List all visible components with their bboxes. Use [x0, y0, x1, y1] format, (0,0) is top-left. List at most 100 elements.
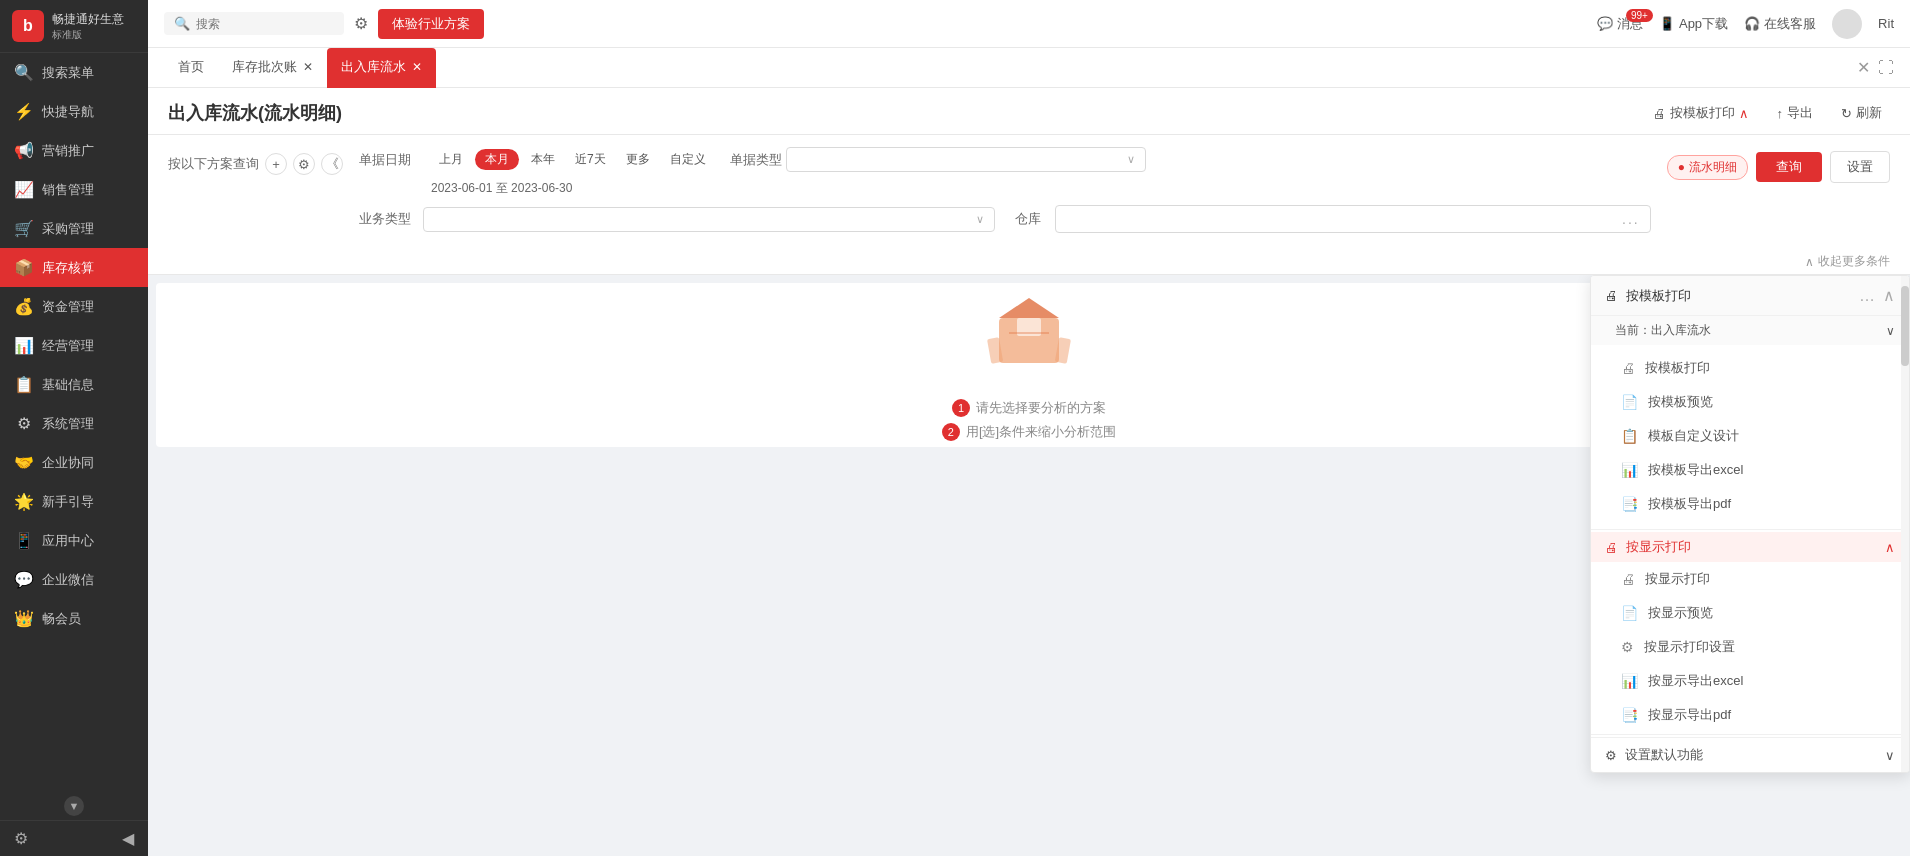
- active-filter-tag[interactable]: ● 流水明细: [1667, 155, 1748, 180]
- tip2-num: 2: [942, 423, 960, 441]
- doc-type-select[interactable]: ∨: [786, 147, 1146, 172]
- query-settings-btn[interactable]: 设置: [1830, 151, 1890, 183]
- filter-add-btn[interactable]: +: [265, 153, 287, 175]
- query-btn[interactable]: 查询: [1756, 152, 1822, 182]
- tab-batch-account[interactable]: 库存批次账 ✕: [218, 48, 327, 88]
- sidebar-item-purchase[interactable]: 🛒 采购管理: [0, 209, 148, 248]
- filter-settings-btn[interactable]: ⚙: [293, 153, 315, 175]
- trial-btn[interactable]: 体验行业方案: [378, 9, 484, 39]
- filter-collapse-btn[interactable]: 《: [321, 153, 343, 175]
- dropdown-dots-icon[interactable]: …: [1859, 287, 1875, 305]
- refresh-btn[interactable]: ↻ 刷新: [1833, 100, 1890, 126]
- sidebar-item-finance[interactable]: 💰 资金管理: [0, 287, 148, 326]
- page-header: 出入库流水(流水明细) 🖨 按模板打印 ∧ ↑ 导出 ↻ 刷新: [148, 88, 1910, 135]
- dropdown-display-section: 🖨 按显示打印 ∧ 🖨 按显示打印 📄 按显示预览 ⚙: [1591, 532, 1909, 732]
- sidebar-item-vip[interactable]: 👑 畅会员: [0, 599, 148, 638]
- date-tab-current-year[interactable]: 本年: [523, 149, 563, 170]
- basic-info-icon: 📋: [14, 375, 34, 394]
- user-name: Rit: [1878, 16, 1894, 31]
- print-btn[interactable]: 🖨 按模板打印 ∧: [1645, 100, 1757, 126]
- date-label: 单据日期: [359, 151, 415, 169]
- sidebar: b 畅捷通好生意 标准版 🔍 搜索菜单 ⚡ 快捷导航 📢 营销推广 📈 销售管理…: [0, 0, 148, 856]
- dropdown-item-display-print[interactable]: 🖨 按显示打印: [1591, 562, 1909, 596]
- dropdown-header: 🖨 按模板打印 … ∧: [1591, 276, 1909, 316]
- dropdown-item-template-excel[interactable]: 📊 按模板导出excel: [1591, 453, 1909, 487]
- dropdown-item-template-custom[interactable]: 📋 模板自定义设计: [1591, 419, 1909, 453]
- topbar-search-input[interactable]: [196, 17, 316, 31]
- dropdown-collapse-icon[interactable]: ∧: [1883, 286, 1895, 305]
- dropdown-item-display-preview[interactable]: 📄 按显示预览: [1591, 596, 1909, 630]
- display-section-header[interactable]: 🖨 按显示打印 ∧: [1591, 532, 1909, 562]
- chevron-up-icon: ∧: [1739, 106, 1749, 121]
- tab-expand-btn[interactable]: ⛶: [1878, 59, 1894, 77]
- dropdown-item-template-print[interactable]: 🖨 按模板打印: [1591, 351, 1909, 385]
- collapse-btn[interactable]: ∧ 收起更多条件: [168, 245, 1890, 270]
- dropdown-printer-icon: 🖨: [1605, 288, 1618, 303]
- display-print-icon: 🖨: [1621, 571, 1635, 587]
- sidebar-item-wechat[interactable]: 💬 企业微信: [0, 560, 148, 599]
- sidebar-item-basic-info[interactable]: 📋 基础信息: [0, 365, 148, 404]
- sidebar-item-system[interactable]: ⚙ 系统管理: [0, 404, 148, 443]
- date-tab-more[interactable]: 更多: [618, 149, 658, 170]
- app-download-btn[interactable]: 📱 App下载: [1659, 15, 1728, 33]
- biz-type-select[interactable]: ∨: [423, 207, 995, 232]
- date-tab-last-month[interactable]: 上月: [431, 149, 471, 170]
- search-nav-icon: 🔍: [14, 63, 34, 82]
- scroll-down-btn[interactable]: ▼: [0, 792, 148, 820]
- date-tab-custom[interactable]: 自定义: [662, 149, 714, 170]
- apps-icon: 📱: [14, 531, 34, 550]
- display-preview-icon: 📄: [1621, 605, 1638, 621]
- dropdown-item-display-pdf[interactable]: 📑 按显示导出pdf: [1591, 698, 1909, 732]
- date-tab-current-month[interactable]: 本月: [475, 149, 519, 170]
- dropdown-current-label[interactable]: 当前：出入库流水 ∨: [1591, 316, 1909, 345]
- sidebar-item-inventory[interactable]: 📦 库存核算: [0, 248, 148, 287]
- display-print-header-icon: 🖨: [1605, 540, 1618, 555]
- sales-icon: 📈: [14, 180, 34, 199]
- sidebar-settings-icon[interactable]: ⚙: [14, 829, 28, 848]
- sidebar-nav: 🔍 搜索菜单 ⚡ 快捷导航 📢 营销推广 📈 销售管理 🛒 采购管理 📦 库存核…: [0, 53, 148, 792]
- user-avatar[interactable]: [1832, 9, 1862, 39]
- page-title: 出入库流水(流水明细): [168, 101, 342, 125]
- sidebar-item-beginner[interactable]: 🌟 新手引导: [0, 482, 148, 521]
- tab-close-all-btn[interactable]: ✕: [1857, 58, 1870, 77]
- footer-chevron: ∨: [1885, 748, 1895, 763]
- sidebar-item-operations[interactable]: 📊 经营管理: [0, 326, 148, 365]
- tab-inventory-flow[interactable]: 出入库流水 ✕: [327, 48, 436, 88]
- message-btn[interactable]: 💬 消息 99+: [1597, 15, 1643, 33]
- tab-home[interactable]: 首页: [164, 48, 218, 88]
- tab-close-batch[interactable]: ✕: [303, 60, 313, 74]
- topbar: 🔍 ⚙ 体验行业方案 💬 消息 99+ 📱 App下载 🎧 在线客服 Rit: [148, 0, 1910, 48]
- filter-label: 按以下方案查询: [168, 155, 259, 173]
- sidebar-item-apps[interactable]: 📱 应用中心: [0, 521, 148, 560]
- dropdown-header-actions: … ∧: [1859, 286, 1895, 305]
- warehouse-select[interactable]: ...: [1055, 205, 1651, 233]
- dropdown-footer[interactable]: ⚙ 设置默认功能 ∨: [1591, 737, 1909, 772]
- sidebar-item-search[interactable]: 🔍 搜索菜单: [0, 53, 148, 92]
- content-area: 1 请先选择要分析的方案 2 用[选]条件来缩小分析范围 🖨 按模板打印: [148, 275, 1910, 856]
- dropdown-item-display-excel[interactable]: 📊 按显示导出excel: [1591, 664, 1909, 698]
- dropdown-item-template-preview[interactable]: 📄 按模板预览: [1591, 385, 1909, 419]
- dropdown-scrollbar[interactable]: [1901, 276, 1909, 772]
- empty-tip-1: 1 请先选择要分析的方案: [952, 399, 1106, 417]
- tab-close-flow[interactable]: ✕: [412, 60, 422, 74]
- sidebar-item-sales[interactable]: 📈 销售管理: [0, 170, 148, 209]
- dropdown-item-template-pdf[interactable]: 📑 按模板导出pdf: [1591, 487, 1909, 521]
- refresh-icon: ↻: [1841, 106, 1852, 121]
- online-service-btn[interactable]: 🎧 在线客服: [1744, 15, 1816, 33]
- enterprise-icon: 🤝: [14, 453, 34, 472]
- sidebar-item-enterprise[interactable]: 🤝 企业协同: [0, 443, 148, 482]
- export-btn[interactable]: ↑ 导出: [1769, 100, 1822, 126]
- topbar-search-box[interactable]: 🔍: [164, 12, 344, 35]
- sidebar-item-marketing[interactable]: 📢 营销推广: [0, 131, 148, 170]
- warehouse-more: ...: [1622, 211, 1640, 227]
- print-dropdown-panel: 🖨 按模板打印 … ∧ 当前：出入库流水 ∨ 🖨: [1590, 275, 1910, 773]
- dropdown-title: 🖨 按模板打印: [1605, 287, 1691, 305]
- finance-icon: 💰: [14, 297, 34, 316]
- topbar-settings-icon[interactable]: ⚙: [354, 14, 368, 33]
- display-excel-icon: 📊: [1621, 673, 1638, 689]
- dropdown-template-section: 🖨 按模板打印 📄 按模板预览 📋 模板自定义设计 📊 按模板导出excel: [1591, 345, 1909, 527]
- dropdown-item-display-settings[interactable]: ⚙ 按显示打印设置: [1591, 630, 1909, 664]
- sidebar-item-quick-nav[interactable]: ⚡ 快捷导航: [0, 92, 148, 131]
- sidebar-fold-icon[interactable]: ◀: [122, 829, 134, 848]
- date-tab-7days[interactable]: 近7天: [567, 149, 614, 170]
